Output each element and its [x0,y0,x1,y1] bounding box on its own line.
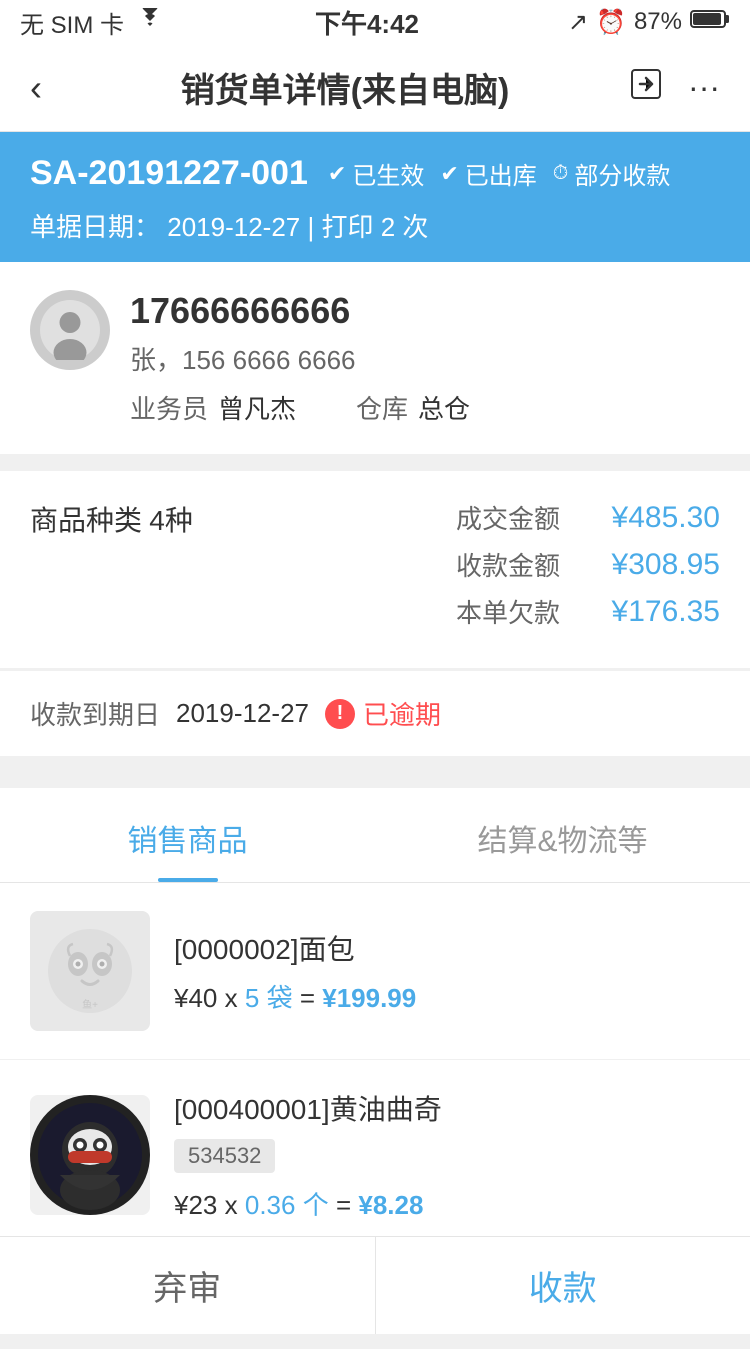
product-name-2: [000400001]黄油曲奇 [174,1088,720,1128]
divider-2 [0,756,750,772]
order-header: SA-20191227-001 ✔ 已生效 ✔ 已出库 ⏱ 部分收款 单据日期：… [0,132,750,262]
customer-warehouse: 仓库 总仓 [356,389,470,426]
due-label: 收款到期日 [30,695,160,732]
overdue-badge: ! 已逾期 [325,695,441,732]
debt-row: 本单欠款 ¥176.35 [456,593,720,630]
svg-text:鱼+: 鱼+ [82,998,98,1011]
battery-level: 87% [634,8,682,36]
tag-shipped: ✔ 已出库 [440,156,536,191]
order-id: SA-20191227-001 [30,154,308,193]
sim-status: 无 SIM 卡 [20,5,124,40]
customer-info: 17666666666 张，156 6666 6666 业务员 曾凡杰 仓库 总… [130,290,720,426]
receipt-amount-row: 收款金额 ¥308.95 [456,546,720,583]
due-date-value: 2019-12-27 [176,698,309,729]
bottom-bar: 弃审 收款 [0,1236,750,1334]
payment-button[interactable]: 收款 [376,1237,750,1334]
product-sku-tag-2: 534532 [174,1139,275,1173]
due-date-section: 收款到期日 2019-12-27 ! 已逾期 [0,670,750,756]
location-icon: ↗ [568,8,588,37]
summary-section: 商品种类 4种 成交金额 ¥485.30 收款金额 ¥308.95 本单欠款 ¥… [0,471,750,668]
clock-icon: ⏱ [553,162,569,185]
customer-id: 17666666666 [130,290,720,332]
product-info-1: [0000002]面包 ¥40 x 5 袋 = ¥199.99 [174,928,720,1015]
customer-meta: 业务员 曾凡杰 仓库 总仓 [130,389,720,426]
category-item: 商品种类 4种 [30,499,193,539]
customer-name-phone: 张，156 6666 6666 [130,340,720,377]
battery-icon [690,8,730,37]
alarm-icon: ⏰ [596,8,626,37]
check-icon-2: ✔ [440,161,458,187]
tag-partial-payment: ⏱ 部分收款 [553,156,671,191]
order-date-line: 单据日期： 2019-12-27 | 打印 2 次 [30,207,720,244]
status-right: ↗ ⏰ 87% [568,8,730,37]
list-item: 鱼+ [0000002]面包 ¥40 x 5 袋 = ¥199.99 [0,883,750,1060]
product-info-2: [000400001]黄油曲奇 534532 ¥23 x 0.36 个 = ¥8… [174,1088,720,1222]
more-icon[interactable]: ··· [688,69,720,106]
product-name-1: [0000002]面包 [174,928,720,968]
divider-1 [0,455,750,471]
cancel-audit-button[interactable]: 弃审 [0,1237,376,1334]
tabs-section: 销售商品 结算&物流等 [0,788,750,1251]
page-title: 销货单详情(来自电脑) [62,63,628,112]
product-price-line-2: ¥23 x 0.36 个 = ¥8.28 [174,1185,720,1222]
wifi-icon [134,8,166,37]
status-left: 无 SIM 卡 [20,5,166,40]
summary-right: 成交金额 ¥485.30 收款金额 ¥308.95 本单欠款 ¥176.35 [456,499,720,640]
tag-effective: ✔ 已生效 [328,156,424,191]
overdue-icon: ! [325,699,355,729]
list-item: [000400001]黄油曲奇 534532 ¥23 x 0.36 个 = ¥8… [0,1060,750,1251]
tab-settlement-logistics[interactable]: 结算&物流等 [375,788,750,882]
tabs-header: 销售商品 结算&物流等 [0,788,750,883]
product-thumbnail-1: 鱼+ [30,911,150,1031]
share-icon[interactable] [628,66,664,110]
check-icon-1: ✔ [328,161,346,187]
tab-sales-products[interactable]: 销售商品 [0,788,375,882]
overdue-text: 已逾期 [363,695,441,732]
nav-bar: ‹ 销货单详情(来自电脑) ··· [0,44,750,132]
product-list: 鱼+ [0000002]面包 ¥40 x 5 袋 = ¥199.99 [0,883,750,1251]
deal-amount-row: 成交金额 ¥485.30 [456,499,720,536]
status-bar: 无 SIM 卡 下午4:42 ↗ ⏰ 87% [0,0,750,44]
status-time: 下午4:42 [315,4,419,41]
product-thumbnail-2 [30,1095,150,1215]
customer-avatar [30,290,110,370]
product-price-line-1: ¥40 x 5 袋 = ¥199.99 [174,978,720,1015]
customer-section: 17666666666 张，156 6666 6666 业务员 曾凡杰 仓库 总… [0,262,750,455]
order-tags: ✔ 已生效 ✔ 已出库 ⏱ 部分收款 [328,156,670,191]
customer-salesman: 业务员 曾凡杰 [130,389,296,426]
summary-left: 商品种类 4种 [30,499,193,547]
back-button[interactable]: ‹ [30,67,42,109]
nav-actions: ··· [628,66,720,110]
